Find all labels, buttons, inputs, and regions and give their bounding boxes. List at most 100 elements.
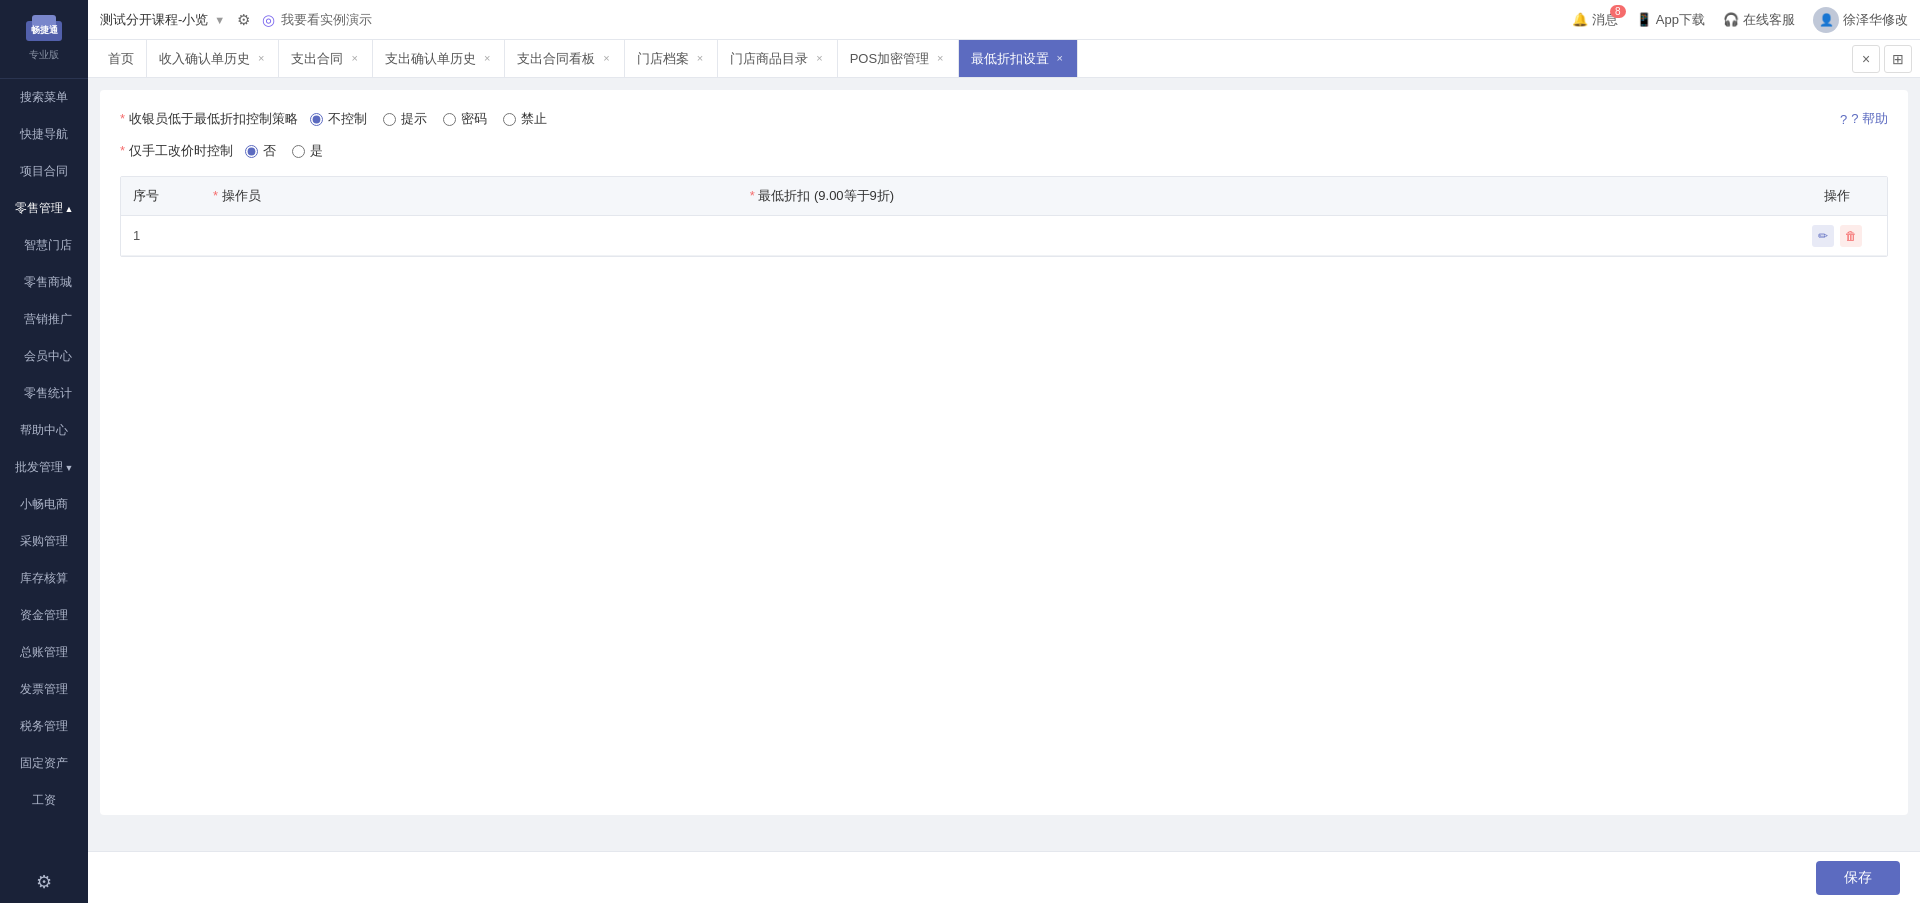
save-button[interactable]: 保存 bbox=[1816, 861, 1900, 895]
tab-store-archive[interactable]: 门店档案 × bbox=[625, 40, 718, 78]
sidebar-item-wholesale-mgmt[interactable]: 批发管理 ▼ bbox=[0, 449, 88, 486]
th-seq: 序号 bbox=[121, 177, 201, 215]
radio-yes-label: 是 bbox=[310, 142, 323, 160]
sidebar-item-label: 帮助中心 bbox=[20, 423, 68, 437]
tab-menu-button[interactable]: ⊞ bbox=[1884, 45, 1912, 73]
sidebar-item-row: 批发管理 ▼ bbox=[0, 459, 88, 476]
tab-close-button[interactable]: × bbox=[349, 52, 359, 65]
discount-table: 序号 操作员 最低折扣 (9.00等于9折) 操作 1 ✏ bbox=[120, 176, 1888, 257]
sidebar-item-label: 固定资产 bbox=[20, 756, 68, 770]
expand-icon: ⊞ bbox=[1892, 51, 1904, 67]
radio-yes[interactable]: 是 bbox=[292, 142, 323, 160]
sidebar-item-fixed-assets[interactable]: 固定资产 bbox=[0, 745, 88, 782]
sidebar-item-label: 快捷导航 bbox=[20, 127, 68, 141]
radio-forbid-input[interactable] bbox=[503, 113, 516, 126]
tab-income-history[interactable]: 收入确认单历史 × bbox=[147, 40, 279, 78]
th-discount: 最低折扣 (9.00等于9折) bbox=[738, 177, 1787, 215]
tab-label: 最低折扣设置 bbox=[971, 50, 1049, 68]
topbar-gear-button[interactable]: ⚙ bbox=[237, 11, 250, 29]
sidebar-item-salary[interactable]: 工资 bbox=[0, 782, 88, 819]
sidebar-item-label: 发票管理 bbox=[20, 682, 68, 696]
message-button[interactable]: 🔔 消息 8 bbox=[1572, 11, 1618, 29]
sidebar-item-tax-mgmt[interactable]: 税务管理 bbox=[0, 708, 88, 745]
sidebar-item-row: 零售管理 ▲ bbox=[0, 200, 88, 217]
delete-button[interactable]: 🗑 bbox=[1840, 225, 1862, 247]
table-header: 序号 操作员 最低折扣 (9.00等于9折) 操作 bbox=[121, 177, 1887, 216]
sidebar: 畅捷通 专业版 搜索菜单 快捷导航 项目合同 零售管理 ▲ 智慧门店 零售商城 … bbox=[0, 0, 88, 903]
online-service-label: 在线客服 bbox=[1743, 11, 1795, 29]
tab-expense-history[interactable]: 支出确认单历史 × bbox=[373, 40, 505, 78]
radio-no-control[interactable]: 不控制 bbox=[310, 110, 367, 128]
sidebar-item-purchase-mgmt[interactable]: 采购管理 bbox=[0, 523, 88, 560]
avatar: 👤 bbox=[1813, 7, 1839, 33]
sidebar-item-label: 工资 bbox=[32, 793, 56, 807]
tab-home[interactable]: 首页 bbox=[96, 40, 147, 78]
gear-icon: ⚙ bbox=[36, 872, 52, 892]
sidebar-settings-button[interactable]: ⚙ bbox=[0, 861, 88, 903]
form-row-manual-price: 仅手工改价时控制 否 是 bbox=[120, 142, 1888, 160]
sidebar-item-smart-store[interactable]: 智慧门店 bbox=[0, 227, 88, 264]
radio-no[interactable]: 否 bbox=[245, 142, 276, 160]
content-card: ? ? 帮助 收银员低于最低折扣控制策略 不控制 提示 bbox=[100, 90, 1908, 815]
sidebar-item-quick-nav[interactable]: 快捷导航 bbox=[0, 116, 88, 153]
radio-no-label: 否 bbox=[263, 142, 276, 160]
sidebar-item-retail-mgmt[interactable]: 零售管理 ▲ bbox=[0, 190, 88, 227]
sidebar-item-help-center[interactable]: 帮助中心 bbox=[0, 412, 88, 449]
avatar-icon: 👤 bbox=[1819, 13, 1834, 27]
user-name: 徐泽华修改 bbox=[1843, 11, 1908, 29]
tab-close-all-button[interactable]: × bbox=[1852, 45, 1880, 73]
app-download-label: App下载 bbox=[1656, 11, 1705, 29]
radio-yes-input[interactable] bbox=[292, 145, 305, 158]
tab-min-discount[interactable]: 最低折扣设置 × bbox=[959, 40, 1078, 78]
tab-expense-board[interactable]: 支出合同看板 × bbox=[505, 40, 624, 78]
radio-hint-input[interactable] bbox=[383, 113, 396, 126]
tab-close-button[interactable]: × bbox=[256, 52, 266, 65]
tab-close-button[interactable]: × bbox=[482, 52, 492, 65]
radio-no-control-input[interactable] bbox=[310, 113, 323, 126]
sidebar-item-search-menu[interactable]: 搜索菜单 bbox=[0, 79, 88, 116]
sidebar-item-ledger-mgmt[interactable]: 总账管理 bbox=[0, 634, 88, 671]
app-download-button[interactable]: 📱 App下载 bbox=[1636, 11, 1705, 29]
topbar-project-selector[interactable]: 测试分开课程-小览 ▼ bbox=[100, 11, 225, 29]
tab-pos-encryption[interactable]: POS加密管理 × bbox=[838, 40, 959, 78]
tab-store-catalog[interactable]: 门店商品目录 × bbox=[718, 40, 837, 78]
sidebar-item-project-contract[interactable]: 项目合同 bbox=[0, 153, 88, 190]
radio-hint[interactable]: 提示 bbox=[383, 110, 427, 128]
topbar-demo-button[interactable]: ◎ 我要看实例演示 bbox=[262, 11, 372, 29]
edit-icon: ✏ bbox=[1818, 229, 1828, 243]
headset-icon: 🎧 bbox=[1723, 12, 1739, 27]
tab-label: 支出合同 bbox=[291, 50, 343, 68]
radio-no-input[interactable] bbox=[245, 145, 258, 158]
sidebar-item-retail-stats[interactable]: 零售统计 bbox=[0, 375, 88, 412]
tab-close-button[interactable]: × bbox=[935, 52, 945, 65]
td-operator bbox=[201, 228, 738, 244]
table-row: 1 ✏ 🗑 bbox=[121, 216, 1887, 256]
tab-close-button[interactable]: × bbox=[1055, 52, 1065, 65]
tab-close-button[interactable]: × bbox=[695, 52, 705, 65]
sidebar-item-retail-mall[interactable]: 零售商城 bbox=[0, 264, 88, 301]
sidebar-item-inventory[interactable]: 库存核算 bbox=[0, 560, 88, 597]
sidebar-item-invoice-mgmt[interactable]: 发票管理 bbox=[0, 671, 88, 708]
online-service-button[interactable]: 🎧 在线客服 bbox=[1723, 11, 1795, 29]
tab-close-button[interactable]: × bbox=[601, 52, 611, 65]
radio-forbid[interactable]: 禁止 bbox=[503, 110, 547, 128]
form-label-manual: 仅手工改价时控制 bbox=[120, 142, 233, 160]
sidebar-item-label: 智慧门店 bbox=[24, 238, 72, 252]
user-profile-button[interactable]: 👤 徐泽华修改 bbox=[1813, 7, 1908, 33]
demo-icon: ◎ bbox=[262, 11, 275, 29]
th-actions: 操作 bbox=[1787, 177, 1887, 215]
radio-password[interactable]: 密码 bbox=[443, 110, 487, 128]
radio-password-input[interactable] bbox=[443, 113, 456, 126]
tab-close-button[interactable]: × bbox=[814, 52, 824, 65]
radio-hint-label: 提示 bbox=[401, 110, 427, 128]
sidebar-item-ecommerce[interactable]: 小畅电商 bbox=[0, 486, 88, 523]
edit-button[interactable]: ✏ bbox=[1812, 225, 1834, 247]
tab-expense-contract[interactable]: 支出合同 × bbox=[279, 40, 372, 78]
td-seq: 1 bbox=[121, 220, 201, 251]
help-button[interactable]: ? ? 帮助 bbox=[1840, 110, 1888, 128]
sidebar-item-fund-mgmt[interactable]: 资金管理 bbox=[0, 597, 88, 634]
sidebar-item-member-center[interactable]: 会员中心 bbox=[0, 338, 88, 375]
sidebar-item-marketing[interactable]: 营销推广 bbox=[0, 301, 88, 338]
topbar-right: 🔔 消息 8 📱 App下载 🎧 在线客服 👤 徐泽华修改 bbox=[1572, 7, 1908, 33]
radio-password-label: 密码 bbox=[461, 110, 487, 128]
